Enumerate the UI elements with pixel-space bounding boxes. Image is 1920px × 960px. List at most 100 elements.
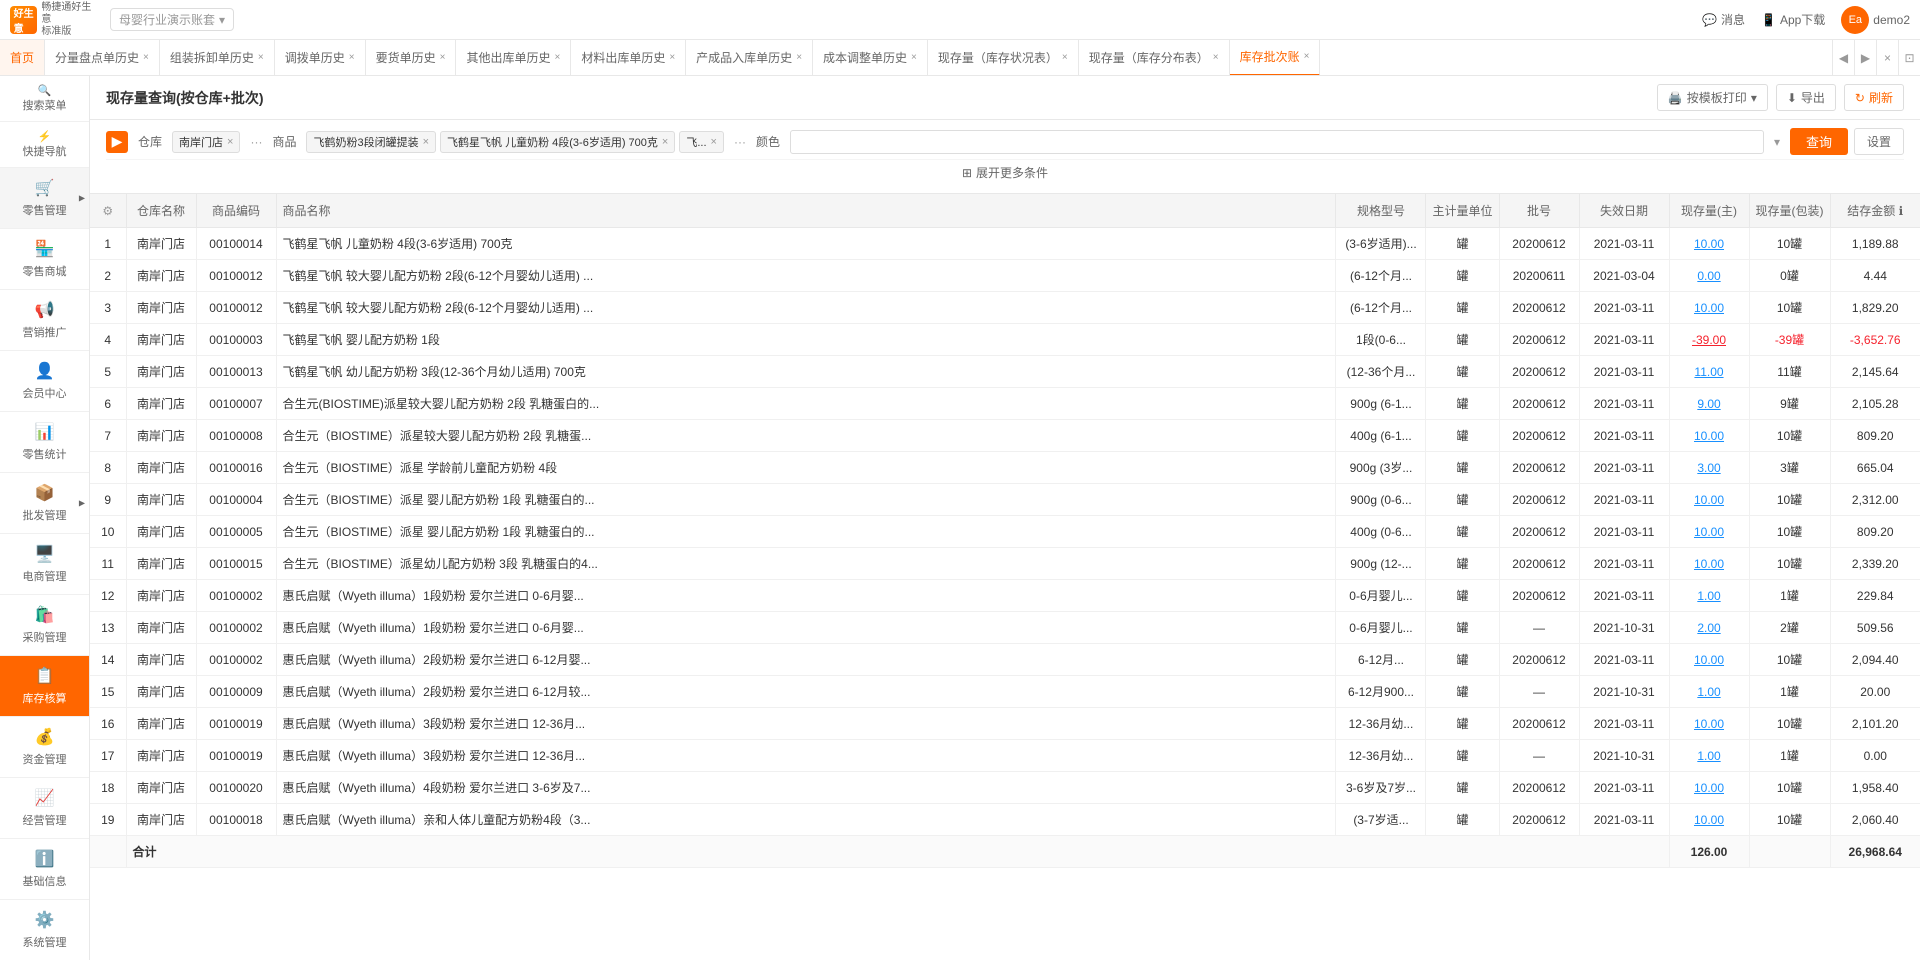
row-warehouse: 南岸门店 <box>126 452 196 484</box>
nav-max-btn[interactable]: ⊡ <box>1898 40 1920 76</box>
sidebar-item-wholesale[interactable]: 📦 批发管理 ▶ <box>0 473 89 534</box>
tab-chengben[interactable]: 成本调整单历史 × <box>813 40 928 76</box>
tab-qita-chuku[interactable]: 其他出库单历史 × <box>456 40 571 76</box>
color-filter-input[interactable] <box>790 130 1764 154</box>
tab-kucun-pici[interactable]: 库存批次账 × <box>1230 40 1321 76</box>
row-unit: 罐 <box>1426 772 1499 804</box>
sidebar-item-zero-stats[interactable]: 📊 零售统计 <box>0 412 89 473</box>
close-icon[interactable]: × <box>143 52 149 63</box>
row-stock1[interactable]: 0.00 <box>1669 260 1749 292</box>
tab-zuzhuang[interactable]: 组装拆卸单历史 × <box>160 40 275 76</box>
row-stock1[interactable]: 10.00 <box>1669 228 1749 260</box>
sidebar-item-basic[interactable]: ℹ️ 基础信息 <box>0 839 89 900</box>
query-btn[interactable]: 查询 <box>1790 128 1848 155</box>
table-row: 17南岸门店00100019惠氏启赋（Wyeth illuma）3段奶粉 爱尔兰… <box>90 740 1920 772</box>
nav-next-btn[interactable]: ▶ <box>1854 40 1876 76</box>
export-btn[interactable]: ⬇ 导出 <box>1776 84 1836 111</box>
row-stock1[interactable]: 2.00 <box>1669 612 1749 644</box>
tab-xiancun-zhuang[interactable]: 现存量（库存状况表） × <box>928 40 1079 76</box>
goods-more-btn[interactable]: ··· <box>734 135 746 149</box>
tab-home[interactable]: 首页 <box>0 40 45 76</box>
member-icon: 👤 <box>35 361 55 381</box>
row-stock1[interactable]: 1.00 <box>1669 740 1749 772</box>
row-unit: 罐 <box>1426 420 1499 452</box>
close-icon[interactable]: × <box>258 52 264 63</box>
sidebar-item-marketing[interactable]: 📢 营销推广 <box>0 290 89 351</box>
message-btn[interactable]: 💬 消息 <box>1702 11 1745 28</box>
row-stock1[interactable]: 10.00 <box>1669 420 1749 452</box>
color-arrow-icon[interactable]: ▾ <box>1774 135 1780 149</box>
tab-fenliang[interactable]: 分量盘点单历史 × <box>45 40 160 76</box>
warehouse-more-btn[interactable]: ··· <box>250 135 262 149</box>
row-stock1[interactable]: 10.00 <box>1669 804 1749 836</box>
sidebar-item-zero-retail[interactable]: 🛒 零售管理 ▶ <box>0 168 89 229</box>
template-print-btn[interactable]: 🖨️ 按模板打印 ▾ <box>1657 84 1768 111</box>
chevron-right-icon: ▶ <box>79 194 85 203</box>
remove-goods-tag-1-btn[interactable]: × <box>423 136 429 148</box>
row-stock1[interactable]: 10.00 <box>1669 484 1749 516</box>
tab-cailiao-chuku[interactable]: 材料出库单历史 × <box>571 40 686 76</box>
sidebar-item-purchase[interactable]: 🛍️ 采购管理 <box>0 595 89 656</box>
tab-yaohuo[interactable]: 要货单历史 × <box>366 40 457 76</box>
sidebar-search[interactable]: 🔍 搜索菜单 <box>0 76 89 122</box>
row-stock1[interactable]: 10.00 <box>1669 548 1749 580</box>
close-icon[interactable]: × <box>669 52 675 63</box>
row-stock1[interactable]: 3.00 <box>1669 452 1749 484</box>
row-name: 合生元(BIOSTIME)派星较大婴儿配方奶粉 2段 乳糖蛋白的... <box>276 388 1336 420</box>
row-stock1[interactable]: 10.00 <box>1669 516 1749 548</box>
row-stock1[interactable]: 1.00 <box>1669 676 1749 708</box>
nav-prev-btn[interactable]: ◀ <box>1832 40 1854 76</box>
nav-close-all-btn[interactable]: × <box>1876 40 1898 76</box>
sidebar-item-inventory[interactable]: 📋 库存核算 <box>0 656 89 717</box>
row-stock1[interactable]: 10.00 <box>1669 292 1749 324</box>
row-expire: 2021-10-31 <box>1579 676 1669 708</box>
row-stock1[interactable]: 10.00 <box>1669 772 1749 804</box>
user-area[interactable]: Ea demo2 <box>1841 6 1910 34</box>
close-icon[interactable]: × <box>1062 52 1068 63</box>
row-stock1[interactable]: 9.00 <box>1669 388 1749 420</box>
close-icon[interactable]: × <box>1304 51 1310 62</box>
close-icon[interactable]: × <box>796 52 802 63</box>
tab-xiancun-fenbu[interactable]: 现存量（库存分布表） × <box>1079 40 1230 76</box>
col-settings[interactable]: ⚙ <box>90 194 126 228</box>
workspace-select[interactable]: 母婴行业演示账套 ▾ <box>110 8 234 31</box>
sidebar-item-management[interactable]: 📈 经营管理 <box>0 778 89 839</box>
row-stock2: 1罐 <box>1749 580 1830 612</box>
refresh-btn[interactable]: ↻ 刷新 <box>1844 84 1904 111</box>
export-icon: ⬇ <box>1787 91 1797 105</box>
sidebar-item-finance[interactable]: 💰 资金管理 <box>0 717 89 778</box>
sidebar-item-member[interactable]: 👤 会员中心 <box>0 351 89 412</box>
row-name: 合生元（BIOSTIME）派星较大婴儿配方奶粉 2段 乳糖蛋... <box>276 420 1336 452</box>
row-expire: 2021-03-11 <box>1579 484 1669 516</box>
expand-more-btn[interactable]: ⊞ 展开更多条件 <box>106 159 1904 185</box>
remove-warehouse-tag-btn[interactable]: × <box>227 136 233 148</box>
sidebar-item-zero-shop[interactable]: 🏪 零售商城 <box>0 229 89 290</box>
row-expire: 2021-03-11 <box>1579 548 1669 580</box>
app-download-btn[interactable]: 📱 App下载 <box>1761 11 1825 28</box>
settings-icon[interactable]: ⚙ <box>102 204 113 218</box>
tab-diaobo[interactable]: 调拨单历史 × <box>275 40 366 76</box>
row-num: 16 <box>90 708 126 740</box>
settings-btn[interactable]: 设置 <box>1854 128 1904 155</box>
close-icon[interactable]: × <box>440 52 446 63</box>
tab-chengpin-ruku[interactable]: 产成品入库单历史 × <box>686 40 813 76</box>
remove-goods-tag-3-btn[interactable]: × <box>711 136 717 148</box>
row-spec: (6-12个月... <box>1336 260 1426 292</box>
row-stock1[interactable]: 10.00 <box>1669 644 1749 676</box>
sidebar-item-system[interactable]: ⚙️ 系统管理 <box>0 900 89 960</box>
sidebar-item-ecommerce[interactable]: 🖥️ 电商管理 <box>0 534 89 595</box>
filter-expand-btn[interactable]: ▶ <box>106 131 128 153</box>
row-num: 2 <box>90 260 126 292</box>
remove-goods-tag-2-btn[interactable]: × <box>662 136 668 148</box>
row-stock1[interactable]: 10.00 <box>1669 708 1749 740</box>
row-stock1[interactable]: -39.00 <box>1669 324 1749 356</box>
close-icon[interactable]: × <box>1213 52 1219 63</box>
row-batch: 20200612 <box>1499 452 1579 484</box>
sidebar-shortcut[interactable]: ⚡ 快捷导航 <box>0 122 89 168</box>
row-stock1[interactable]: 11.00 <box>1669 356 1749 388</box>
row-stock1[interactable]: 1.00 <box>1669 580 1749 612</box>
close-icon[interactable]: × <box>554 52 560 63</box>
row-code: 00100002 <box>196 612 276 644</box>
close-icon[interactable]: × <box>911 52 917 63</box>
close-icon[interactable]: × <box>349 52 355 63</box>
